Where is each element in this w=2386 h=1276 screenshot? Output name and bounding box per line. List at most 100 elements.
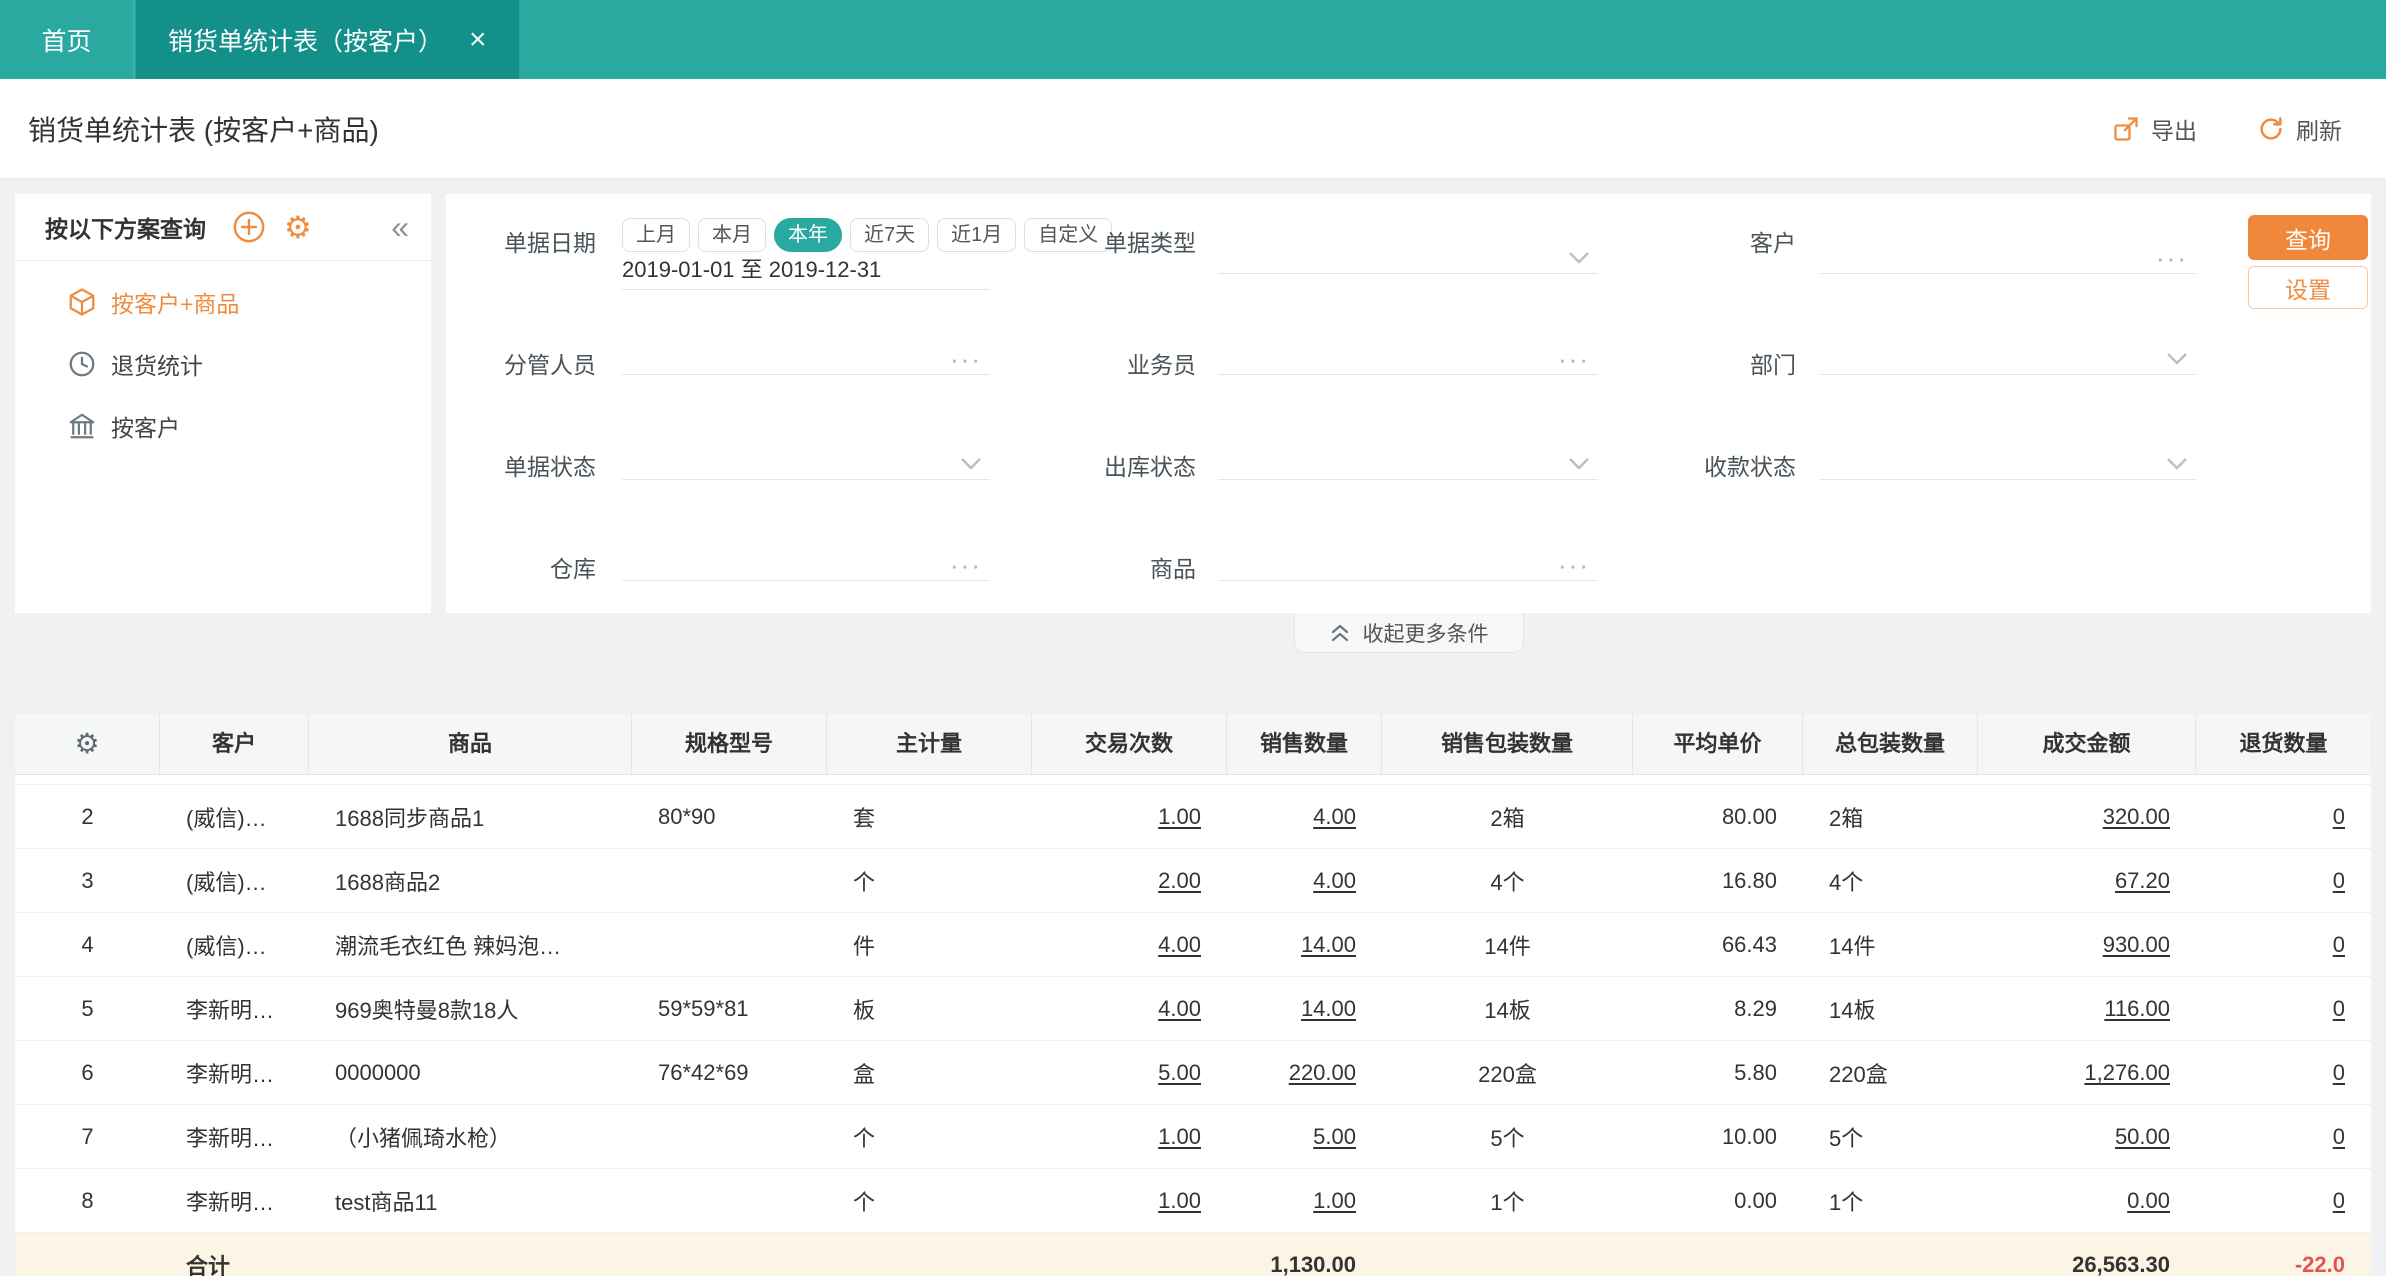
drilldown-link[interactable]: 0 — [2333, 1188, 2345, 1213]
tab-active[interactable]: 销货单统计表（按客户） × — [136, 0, 519, 79]
drilldown-link[interactable]: 50.00 — [2115, 1124, 2170, 1149]
table-footer-row: 合计 1,130.00 26,563.30 -22.0 — [15, 1233, 2371, 1276]
drilldown-link[interactable]: 0 — [2333, 1060, 2345, 1085]
drilldown-link[interactable]: 1.00 — [1158, 1124, 1201, 1149]
date-pills: 上月 本月 本年 近7天 近1月 自定义 — [622, 218, 1113, 252]
cell-no: 3 — [81, 867, 94, 893]
close-icon[interactable]: × — [469, 24, 487, 55]
scheme-item-customer-product[interactable]: 按客户+商品 — [15, 271, 431, 333]
date-pill-1[interactable]: 本月 — [698, 218, 766, 252]
cell-unit: 个 — [853, 1189, 876, 1215]
drilldown-link[interactable]: 0 — [2333, 1124, 2345, 1149]
sidebar-header-icons: ⚙ — [232, 210, 312, 244]
ellipsis-icon: ··· — [2156, 243, 2188, 273]
cube-icon — [67, 287, 97, 317]
building-icon — [67, 411, 97, 441]
table-row: 5 李新明… 969奥特曼8款18人 59*59*81 板 4.00 14.00 14板 8.2… — [15, 977, 2371, 1041]
drilldown-link[interactable]: 4.00 — [1313, 868, 1356, 893]
department-select[interactable] — [1820, 328, 2196, 375]
drilldown-link[interactable]: 1.00 — [1313, 1188, 1356, 1213]
col-header-avg-price: 平均单价 — [1633, 714, 1803, 774]
drilldown-link[interactable]: 4.00 — [1313, 804, 1356, 829]
footer-returns-total: -22.0 — [2294, 1252, 2345, 1276]
warehouse-label: 仓库 — [550, 556, 596, 582]
drilldown-link[interactable]: 220.00 — [1289, 1060, 1356, 1085]
customer-picker[interactable]: ··· — [1820, 218, 2196, 274]
cell-avg_price: 0.00 — [1734, 1187, 1777, 1213]
drilldown-link[interactable]: 2.00 — [1158, 868, 1201, 893]
date-pill-3[interactable]: 近7天 — [850, 218, 930, 252]
drilldown-link[interactable]: 1,276.00 — [2084, 1060, 2170, 1085]
query-button[interactable]: 查询 — [2248, 215, 2368, 260]
settings-button[interactable]: 设置 — [2248, 266, 2368, 309]
cell-pack_qty: 2箱 — [1490, 805, 1525, 831]
payment-status-select[interactable] — [1820, 432, 2196, 480]
doc-status-select[interactable] — [622, 432, 990, 480]
drilldown-link[interactable]: 67.20 — [2115, 868, 2170, 893]
drilldown-link[interactable]: 0 — [2333, 804, 2345, 829]
outbound-status-select[interactable] — [1218, 432, 1598, 480]
drilldown-link[interactable]: 0 — [2333, 996, 2345, 1021]
cell-product: 1688商品2 — [335, 869, 441, 895]
gear-icon[interactable]: ⚙ — [74, 728, 99, 759]
chevron-down-icon — [2166, 457, 2188, 471]
tab-home[interactable]: 首页 — [0, 0, 134, 79]
drilldown-link[interactable]: 14.00 — [1301, 932, 1356, 957]
chevron-down-icon — [960, 457, 982, 471]
drilldown-link[interactable]: 4.00 — [1158, 932, 1201, 957]
collapse-more-conditions[interactable]: 收起更多条件 — [1293, 613, 1524, 653]
cell-qty: 14.00 — [1227, 932, 1382, 958]
cell-spec: 76*42*69 — [658, 1059, 749, 1085]
cell-avg_price: 16.80 — [1721, 867, 1777, 893]
cell-amount: 67.20 — [1978, 868, 2196, 894]
warehouse-picker[interactable]: ··· — [622, 534, 990, 581]
top-tab-bar: 首页 销货单统计表（按客户） × — [0, 0, 2386, 79]
cell-customer: 李新明… — [186, 1061, 275, 1087]
drilldown-link[interactable]: 5.00 — [1158, 1060, 1201, 1085]
cell-trades: 1.00 — [1032, 1124, 1227, 1150]
date-range-input[interactable]: 2019-01-01 至 2019-12-31 — [622, 252, 990, 290]
footer-amount-total: 26,563.30 — [2072, 1252, 2170, 1276]
drilldown-link[interactable]: 0 — [2333, 932, 2345, 957]
refresh-icon — [2257, 115, 2285, 143]
scheme-item-returns[interactable]: 退货统计 — [15, 333, 431, 395]
col-header-returns: 退货数量 — [2239, 731, 2328, 756]
clock-icon — [67, 349, 97, 379]
export-button[interactable]: 导出 — [2112, 112, 2197, 146]
goods-picker[interactable]: ··· — [1218, 534, 1598, 581]
sidebar-collapse-icon[interactable]: « — [391, 211, 409, 243]
drilldown-link[interactable]: 0.00 — [2127, 1188, 2170, 1213]
drilldown-link[interactable]: 0 — [2333, 868, 2345, 893]
double-chevron-up-icon — [1329, 623, 1351, 643]
salesman-picker[interactable]: ··· — [1218, 328, 1598, 375]
refresh-button[interactable]: 刷新 — [2257, 112, 2342, 146]
scheme-item-by-customer[interactable]: 按客户 — [15, 395, 431, 457]
date-pill-4[interactable]: 近1月 — [937, 218, 1017, 252]
drilldown-link[interactable]: 14.00 — [1301, 996, 1356, 1021]
drilldown-link[interactable]: 930.00 — [2103, 932, 2170, 957]
collapse-more-label: 收起更多条件 — [1362, 622, 1489, 646]
cell-trades: 5.00 — [1032, 1060, 1227, 1086]
date-pill-0[interactable]: 上月 — [622, 218, 690, 252]
drilldown-link[interactable]: 4.00 — [1158, 996, 1201, 1021]
doc-type-select[interactable] — [1218, 218, 1598, 274]
scheme-settings-gear-icon[interactable]: ⚙ — [284, 212, 312, 243]
clipped-row — [15, 775, 2371, 785]
cell-amount: 0.00 — [1978, 1188, 2196, 1214]
cell-product: 969奥特曼8款18人 — [335, 997, 519, 1023]
drilldown-link[interactable]: 1.00 — [1158, 804, 1201, 829]
outbound-status-label: 出库状态 — [1104, 454, 1196, 480]
cell-unit: 个 — [853, 869, 876, 895]
goods-label: 商品 — [1150, 556, 1196, 582]
manager-picker[interactable]: ··· — [622, 328, 990, 375]
drilldown-link[interactable]: 116.00 — [2104, 996, 2170, 1021]
cell-trades: 4.00 — [1032, 932, 1227, 958]
drilldown-link[interactable]: 5.00 — [1313, 1124, 1356, 1149]
drilldown-link[interactable]: 1.00 — [1158, 1188, 1201, 1213]
cell-no: 6 — [81, 1059, 94, 1085]
cell-trades: 1.00 — [1032, 1188, 1227, 1214]
date-pill-2[interactable]: 本年 — [774, 218, 842, 252]
add-scheme-icon[interactable] — [232, 210, 266, 244]
drilldown-link[interactable]: 320.00 — [2103, 804, 2170, 829]
column-settings-cell[interactable]: ⚙ — [15, 714, 160, 774]
